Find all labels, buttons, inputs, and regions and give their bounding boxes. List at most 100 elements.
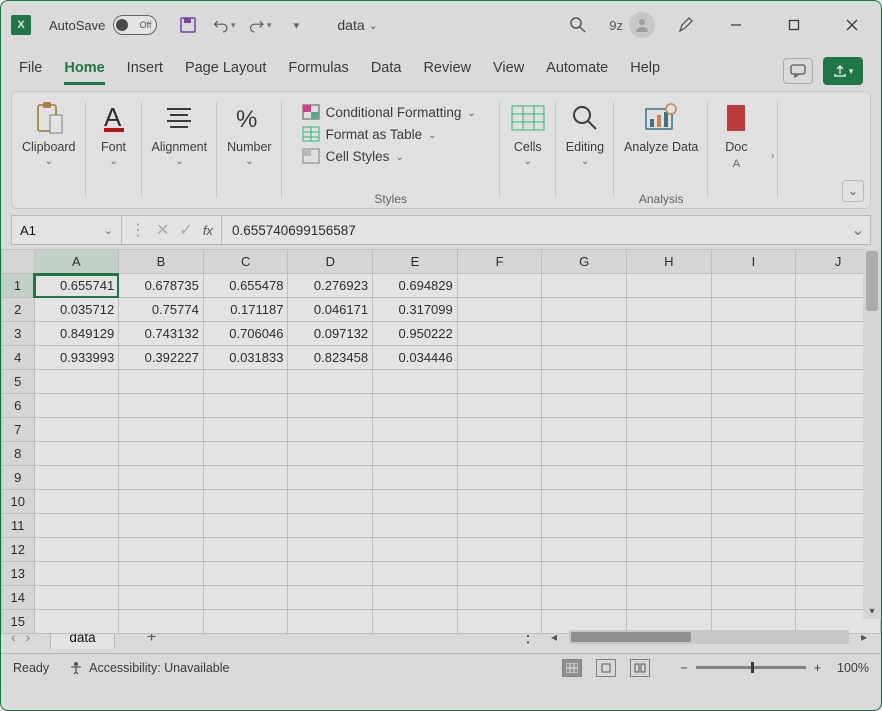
collapse-ribbon-button[interactable]: ⌄ bbox=[842, 180, 864, 202]
cell-F14[interactable] bbox=[457, 586, 542, 610]
cell-B1[interactable]: 0.678735 bbox=[119, 274, 204, 298]
cell-D6[interactable] bbox=[288, 394, 373, 418]
cell-G5[interactable] bbox=[542, 370, 627, 394]
cell-E6[interactable] bbox=[373, 394, 458, 418]
cell-G1[interactable] bbox=[542, 274, 627, 298]
cell-H9[interactable] bbox=[627, 466, 712, 490]
cell-D15[interactable] bbox=[288, 610, 373, 634]
cell-D4[interactable]: 0.823458 bbox=[288, 346, 373, 370]
chevron-right-icon[interactable]: › bbox=[771, 150, 775, 162]
cell-D11[interactable] bbox=[288, 514, 373, 538]
minimize-button[interactable] bbox=[717, 11, 755, 39]
col-header-E[interactable]: E bbox=[373, 250, 458, 274]
close-button[interactable] bbox=[833, 11, 871, 39]
cell-E7[interactable] bbox=[373, 418, 458, 442]
cell-I11[interactable] bbox=[711, 514, 796, 538]
cell-styles-button[interactable]: Cell Styles ⌄ bbox=[302, 148, 476, 164]
search-icon[interactable] bbox=[567, 14, 589, 36]
cell-A1[interactable]: 0.655741 bbox=[34, 274, 119, 298]
hscroll-thumb[interactable] bbox=[571, 632, 691, 642]
cell-F8[interactable] bbox=[457, 442, 542, 466]
zoom-slider[interactable] bbox=[696, 666, 806, 669]
cell-C10[interactable] bbox=[203, 490, 288, 514]
row-header-6[interactable]: 6 bbox=[2, 394, 35, 418]
normal-view-button[interactable] bbox=[562, 659, 582, 677]
spreadsheet-grid[interactable]: ABCDEFGHIJ10.6557410.6787350.6554780.276… bbox=[1, 249, 881, 619]
cell-A2[interactable]: 0.035712 bbox=[34, 298, 119, 322]
cell-A12[interactable] bbox=[34, 538, 119, 562]
cell-G6[interactable] bbox=[542, 394, 627, 418]
cell-E8[interactable] bbox=[373, 442, 458, 466]
cell-E13[interactable] bbox=[373, 562, 458, 586]
row-header-7[interactable]: 7 bbox=[2, 418, 35, 442]
doc-group-partial[interactable]: Doc A › bbox=[708, 92, 778, 208]
cell-C12[interactable] bbox=[203, 538, 288, 562]
clipboard-group[interactable]: Clipboard ⌄ bbox=[12, 92, 86, 208]
cell-I6[interactable] bbox=[711, 394, 796, 418]
cell-C6[interactable] bbox=[203, 394, 288, 418]
cell-G14[interactable] bbox=[542, 586, 627, 610]
cell-A10[interactable] bbox=[34, 490, 119, 514]
cell-B12[interactable] bbox=[119, 538, 204, 562]
cell-A6[interactable] bbox=[34, 394, 119, 418]
cell-H7[interactable] bbox=[627, 418, 712, 442]
cell-F13[interactable] bbox=[457, 562, 542, 586]
cell-B6[interactable] bbox=[119, 394, 204, 418]
zoom-thumb[interactable] bbox=[751, 662, 754, 673]
cell-D5[interactable] bbox=[288, 370, 373, 394]
cell-I12[interactable] bbox=[711, 538, 796, 562]
cell-F11[interactable] bbox=[457, 514, 542, 538]
editing-group[interactable]: Editing ⌄ bbox=[556, 92, 614, 208]
tab-file[interactable]: File bbox=[19, 60, 42, 85]
cell-A9[interactable] bbox=[34, 466, 119, 490]
cell-B5[interactable] bbox=[119, 370, 204, 394]
row-header-10[interactable]: 10 bbox=[2, 490, 35, 514]
cell-D9[interactable] bbox=[288, 466, 373, 490]
cell-H5[interactable] bbox=[627, 370, 712, 394]
row-header-8[interactable]: 8 bbox=[2, 442, 35, 466]
cell-F9[interactable] bbox=[457, 466, 542, 490]
select-all-corner[interactable] bbox=[2, 250, 35, 274]
cell-H11[interactable] bbox=[627, 514, 712, 538]
maximize-button[interactable] bbox=[775, 11, 813, 39]
enter-formula-icon[interactable]: ✓ bbox=[179, 220, 192, 240]
cell-C3[interactable]: 0.706046 bbox=[203, 322, 288, 346]
expand-formula-bar[interactable]: ⌄ bbox=[846, 220, 870, 240]
cell-F3[interactable] bbox=[457, 322, 542, 346]
font-group[interactable]: A Font ⌄ bbox=[86, 92, 142, 208]
conditional-formatting-button[interactable]: Conditional Formatting ⌄ bbox=[302, 104, 476, 120]
cell-A3[interactable]: 0.849129 bbox=[34, 322, 119, 346]
row-header-9[interactable]: 9 bbox=[2, 466, 35, 490]
cell-A13[interactable] bbox=[34, 562, 119, 586]
cell-B10[interactable] bbox=[119, 490, 204, 514]
cell-E15[interactable] bbox=[373, 610, 458, 634]
row-header-15[interactable]: 15 bbox=[2, 610, 35, 634]
row-header-14[interactable]: 14 bbox=[2, 586, 35, 610]
col-header-I[interactable]: I bbox=[711, 250, 796, 274]
share-button[interactable]: ▾ bbox=[823, 57, 863, 85]
cell-H3[interactable] bbox=[627, 322, 712, 346]
cell-G12[interactable] bbox=[542, 538, 627, 562]
cell-H8[interactable] bbox=[627, 442, 712, 466]
cell-I7[interactable] bbox=[711, 418, 796, 442]
cell-C14[interactable] bbox=[203, 586, 288, 610]
cell-F2[interactable] bbox=[457, 298, 542, 322]
cell-E10[interactable] bbox=[373, 490, 458, 514]
undo-icon[interactable]: ▾ bbox=[213, 14, 235, 36]
cell-G7[interactable] bbox=[542, 418, 627, 442]
cell-A4[interactable]: 0.933993 bbox=[34, 346, 119, 370]
cell-F7[interactable] bbox=[457, 418, 542, 442]
cell-I4[interactable] bbox=[711, 346, 796, 370]
page-layout-view-button[interactable] bbox=[596, 659, 616, 677]
tab-review[interactable]: Review bbox=[423, 60, 471, 85]
col-header-D[interactable]: D bbox=[288, 250, 373, 274]
scroll-down-icon[interactable]: ▾ bbox=[863, 606, 881, 617]
cell-I2[interactable] bbox=[711, 298, 796, 322]
cell-C8[interactable] bbox=[203, 442, 288, 466]
cell-D7[interactable] bbox=[288, 418, 373, 442]
cell-I1[interactable] bbox=[711, 274, 796, 298]
row-header-12[interactable]: 12 bbox=[2, 538, 35, 562]
fx-icon[interactable]: fx bbox=[203, 223, 213, 238]
cell-F15[interactable] bbox=[457, 610, 542, 634]
row-header-11[interactable]: 11 bbox=[2, 514, 35, 538]
